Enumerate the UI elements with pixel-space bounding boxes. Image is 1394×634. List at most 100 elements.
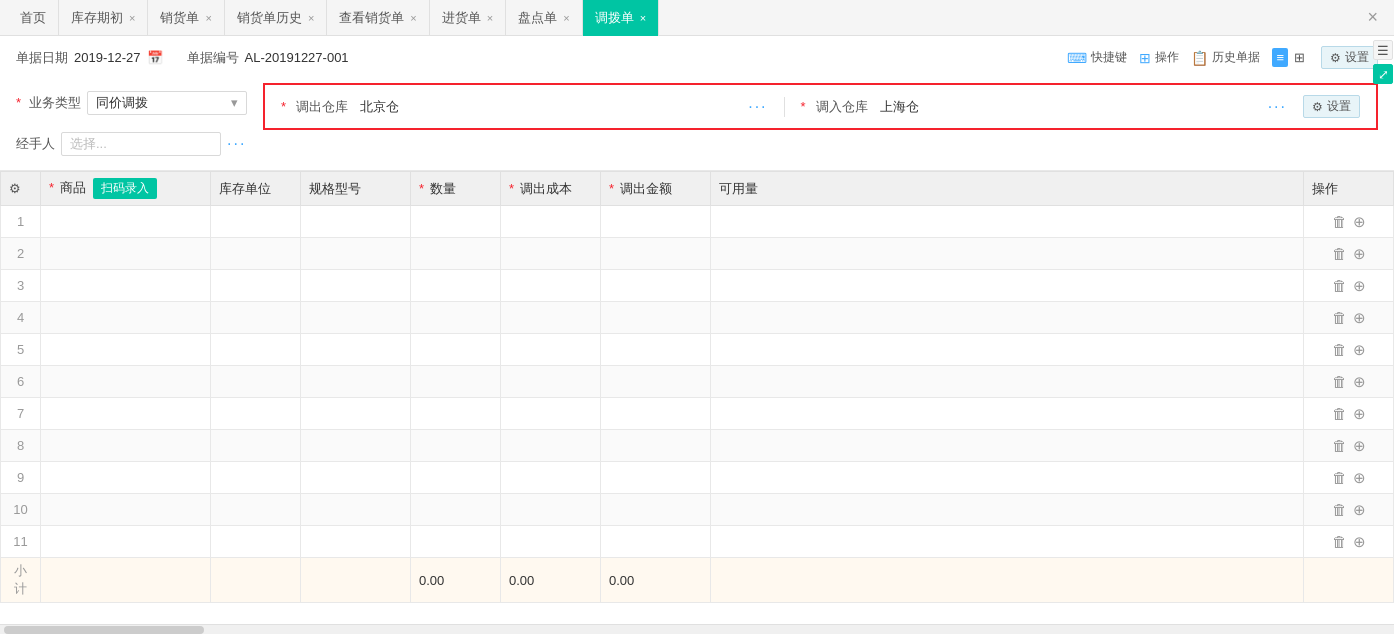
horizontal-scrollbar[interactable] [0, 624, 1394, 634]
tab-inventory-init[interactable]: 库存期初 × [59, 0, 148, 36]
row-amount-10[interactable] [601, 494, 711, 526]
row-avail-2[interactable] [711, 238, 1304, 270]
delete-icon-3[interactable]: 🗑 [1332, 277, 1347, 294]
tab-inventory-init-close[interactable]: × [129, 12, 135, 24]
delete-icon-1[interactable]: 🗑 [1332, 213, 1347, 230]
tab-sales-order[interactable]: 销货单 × [148, 0, 224, 36]
copy-icon-3[interactable]: ⊕ [1353, 277, 1366, 295]
copy-icon-4[interactable]: ⊕ [1353, 309, 1366, 327]
row-qty-2[interactable] [411, 238, 501, 270]
tab-view-sales-close[interactable]: × [410, 12, 416, 24]
row-cost-8[interactable] [501, 430, 601, 462]
delete-icon-9[interactable]: 🗑 [1332, 469, 1347, 486]
row-unit-1[interactable] [211, 206, 301, 238]
tab-transfer-order-close[interactable]: × [640, 12, 646, 24]
operations-btn[interactable]: ⊞ 操作 [1139, 49, 1179, 66]
tab-purchase-order[interactable]: 进货单 × [430, 0, 506, 36]
biz-type-dropdown-arrow[interactable]: ▾ [231, 95, 238, 110]
date-value[interactable]: 2019-12-27 [74, 50, 141, 65]
sidebar-list-icon[interactable]: ☰ [1373, 40, 1393, 60]
row-unit-10[interactable] [211, 494, 301, 526]
biz-type-select[interactable]: 同价调拨 ▾ [87, 91, 247, 115]
row-unit-8[interactable] [211, 430, 301, 462]
row-amount-8[interactable] [601, 430, 711, 462]
col-settings-header[interactable]: ⚙ [1, 172, 41, 206]
row-avail-1[interactable] [711, 206, 1304, 238]
row-cost-9[interactable] [501, 462, 601, 494]
copy-icon-1[interactable]: ⊕ [1353, 213, 1366, 231]
delete-icon-11[interactable]: 🗑 [1332, 533, 1347, 550]
row-avail-8[interactable] [711, 430, 1304, 462]
row-spec-3[interactable] [301, 270, 411, 302]
row-qty-1[interactable] [411, 206, 501, 238]
row-qty-11[interactable] [411, 526, 501, 558]
row-avail-5[interactable] [711, 334, 1304, 366]
handler-more-btn[interactable]: ··· [227, 135, 246, 153]
copy-icon-8[interactable]: ⊕ [1353, 437, 1366, 455]
settings-btn[interactable]: ⚙ 设置 [1321, 46, 1378, 69]
row-amount-5[interactable] [601, 334, 711, 366]
row-qty-6[interactable] [411, 366, 501, 398]
copy-icon-2[interactable]: ⊕ [1353, 245, 1366, 263]
row-amount-9[interactable] [601, 462, 711, 494]
scan-button[interactable]: 扫码录入 [93, 178, 157, 199]
tab-purchase-order-close[interactable]: × [487, 12, 493, 24]
row-qty-8[interactable] [411, 430, 501, 462]
row-cost-7[interactable] [501, 398, 601, 430]
row-product-11[interactable] [41, 526, 211, 558]
layout-grid-icon[interactable]: ⊞ [1290, 48, 1309, 67]
row-spec-10[interactable] [301, 494, 411, 526]
row-product-3[interactable] [41, 270, 211, 302]
row-unit-7[interactable] [211, 398, 301, 430]
row-spec-7[interactable] [301, 398, 411, 430]
row-amount-2[interactable] [601, 238, 711, 270]
history-btn[interactable]: 📋 历史单据 [1191, 49, 1260, 66]
row-product-9[interactable] [41, 462, 211, 494]
row-unit-2[interactable] [211, 238, 301, 270]
delete-icon-2[interactable]: 🗑 [1332, 245, 1347, 262]
delete-icon-4[interactable]: 🗑 [1332, 309, 1347, 326]
copy-icon-6[interactable]: ⊕ [1353, 373, 1366, 391]
row-product-4[interactable] [41, 302, 211, 334]
row-amount-4[interactable] [601, 302, 711, 334]
row-qty-9[interactable] [411, 462, 501, 494]
row-avail-10[interactable] [711, 494, 1304, 526]
row-unit-3[interactable] [211, 270, 301, 302]
row-cost-1[interactable] [501, 206, 601, 238]
row-product-1[interactable] [41, 206, 211, 238]
row-unit-6[interactable] [211, 366, 301, 398]
row-product-5[interactable] [41, 334, 211, 366]
row-spec-2[interactable] [301, 238, 411, 270]
row-qty-7[interactable] [411, 398, 501, 430]
row-product-6[interactable] [41, 366, 211, 398]
row-cost-2[interactable] [501, 238, 601, 270]
layout-list-icon[interactable]: ≡ [1272, 48, 1288, 67]
handler-select[interactable]: 选择... [61, 132, 221, 156]
row-qty-10[interactable] [411, 494, 501, 526]
in-warehouse-more-btn[interactable]: ··· [1268, 98, 1287, 116]
row-product-10[interactable] [41, 494, 211, 526]
row-spec-6[interactable] [301, 366, 411, 398]
row-cost-10[interactable] [501, 494, 601, 526]
row-product-7[interactable] [41, 398, 211, 430]
scrollbar-thumb[interactable] [4, 626, 204, 634]
row-unit-5[interactable] [211, 334, 301, 366]
row-amount-3[interactable] [601, 270, 711, 302]
row-spec-8[interactable] [301, 430, 411, 462]
tab-home[interactable]: 首页 [8, 0, 59, 36]
window-close-button[interactable]: × [1359, 7, 1386, 28]
delete-icon-10[interactable]: 🗑 [1332, 501, 1347, 518]
delete-icon-6[interactable]: 🗑 [1332, 373, 1347, 390]
copy-icon-7[interactable]: ⊕ [1353, 405, 1366, 423]
row-avail-3[interactable] [711, 270, 1304, 302]
row-cost-4[interactable] [501, 302, 601, 334]
row-qty-5[interactable] [411, 334, 501, 366]
row-spec-4[interactable] [301, 302, 411, 334]
gear-icon[interactable]: ⚙ [9, 181, 21, 196]
row-spec-9[interactable] [301, 462, 411, 494]
tab-stocktake[interactable]: 盘点单 × [506, 0, 582, 36]
row-avail-7[interactable] [711, 398, 1304, 430]
row-product-2[interactable] [41, 238, 211, 270]
delete-icon-8[interactable]: 🗑 [1332, 437, 1347, 454]
out-warehouse-value[interactable]: 北京仓 [360, 98, 399, 116]
